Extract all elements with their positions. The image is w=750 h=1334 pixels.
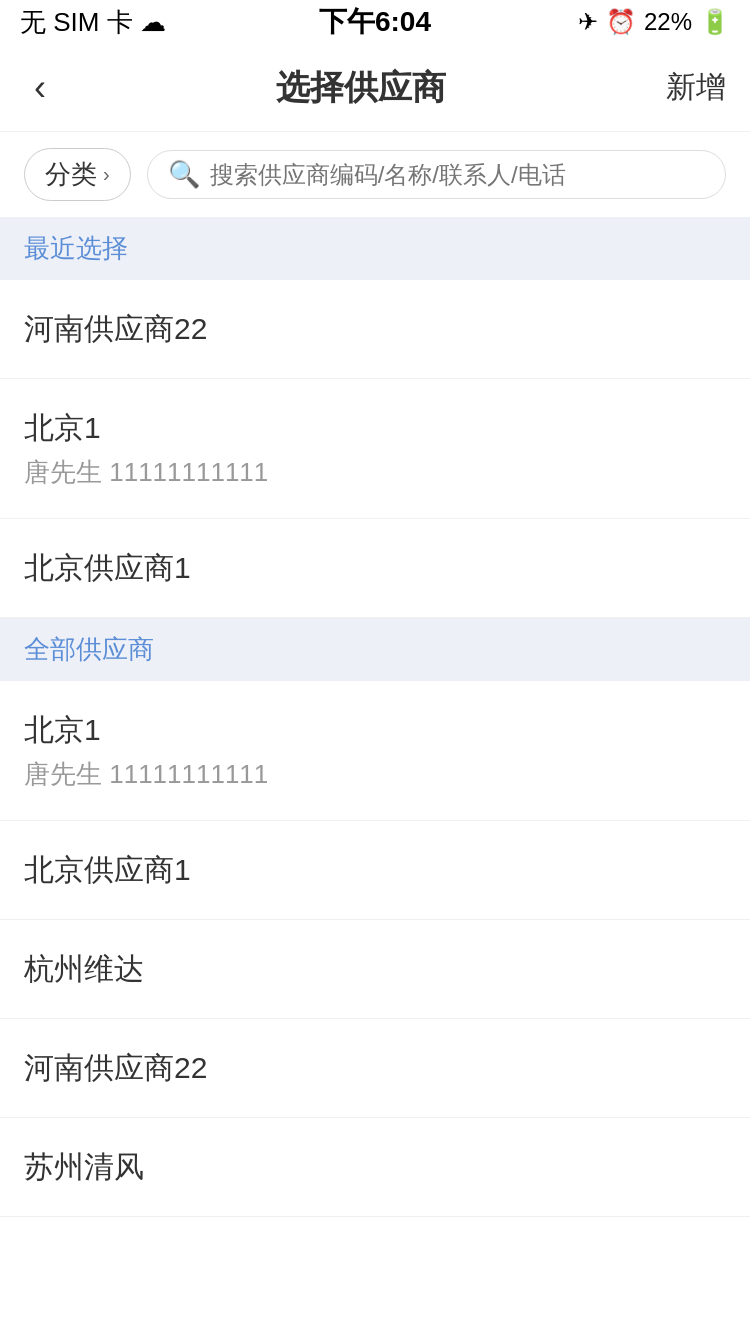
supplier-contact: 唐先生 11111111111 <box>24 757 726 792</box>
search-area: 分类 › 🔍 <box>0 132 750 217</box>
back-button[interactable]: ‹ <box>24 57 56 119</box>
status-time: 下午6:04 <box>319 3 431 41</box>
list-item[interactable]: 北京供应商1 <box>0 519 750 618</box>
supplier-name: 北京供应商1 <box>24 849 726 891</box>
search-input[interactable] <box>210 161 705 189</box>
status-left: 无 SIM 卡 ☁ <box>20 5 166 40</box>
location-icon: ✈ <box>578 8 598 36</box>
search-input-wrapper: 🔍 <box>147 150 726 199</box>
supplier-name: 北京供应商1 <box>24 547 726 589</box>
no-sim-label: 无 SIM 卡 ☁ <box>20 5 166 40</box>
supplier-name: 北京1 <box>24 709 726 751</box>
supplier-contact: 唐先生 11111111111 <box>24 455 726 490</box>
category-filter-button[interactable]: 分类 › <box>24 148 131 201</box>
status-bar: 无 SIM 卡 ☁ 下午6:04 ✈ ⏰ 22% 🔋 <box>0 0 750 44</box>
alarm-icon: ⏰ <box>606 8 636 36</box>
nav-bar: ‹ 选择供应商 新增 <box>0 44 750 132</box>
list-item[interactable]: 北京1 唐先生 11111111111 <box>0 379 750 519</box>
battery-label: 22% <box>644 8 692 36</box>
supplier-name: 杭州维达 <box>24 948 726 990</box>
supplier-name: 苏州清风 <box>24 1146 726 1188</box>
supplier-name: 河南供应商22 <box>24 1047 726 1089</box>
page-title: 选择供应商 <box>276 65 446 111</box>
list-item[interactable]: 北京供应商1 <box>0 821 750 920</box>
supplier-name: 北京1 <box>24 407 726 449</box>
list-item[interactable]: 北京1 唐先生 11111111111 <box>0 681 750 821</box>
category-label: 分类 <box>45 157 97 192</box>
list-item[interactable]: 杭州维达 <box>0 920 750 1019</box>
search-icon: 🔍 <box>168 159 200 190</box>
section-header-recent: 最近选择 <box>0 217 750 280</box>
section-header-all: 全部供应商 <box>0 618 750 681</box>
status-right: ✈ ⏰ 22% 🔋 <box>578 8 730 36</box>
chevron-right-icon: › <box>103 163 110 186</box>
battery-icon: 🔋 <box>700 8 730 36</box>
list-item[interactable]: 苏州清风 <box>0 1118 750 1217</box>
list-item[interactable]: 河南供应商22 <box>0 1019 750 1118</box>
supplier-list: 最近选择河南供应商22 北京1 唐先生 11111111111 北京供应商1 全部供应商… <box>0 217 750 1217</box>
list-item[interactable]: 河南供应商22 <box>0 280 750 379</box>
supplier-name: 河南供应商22 <box>24 308 726 350</box>
add-button[interactable]: 新增 <box>666 67 726 108</box>
